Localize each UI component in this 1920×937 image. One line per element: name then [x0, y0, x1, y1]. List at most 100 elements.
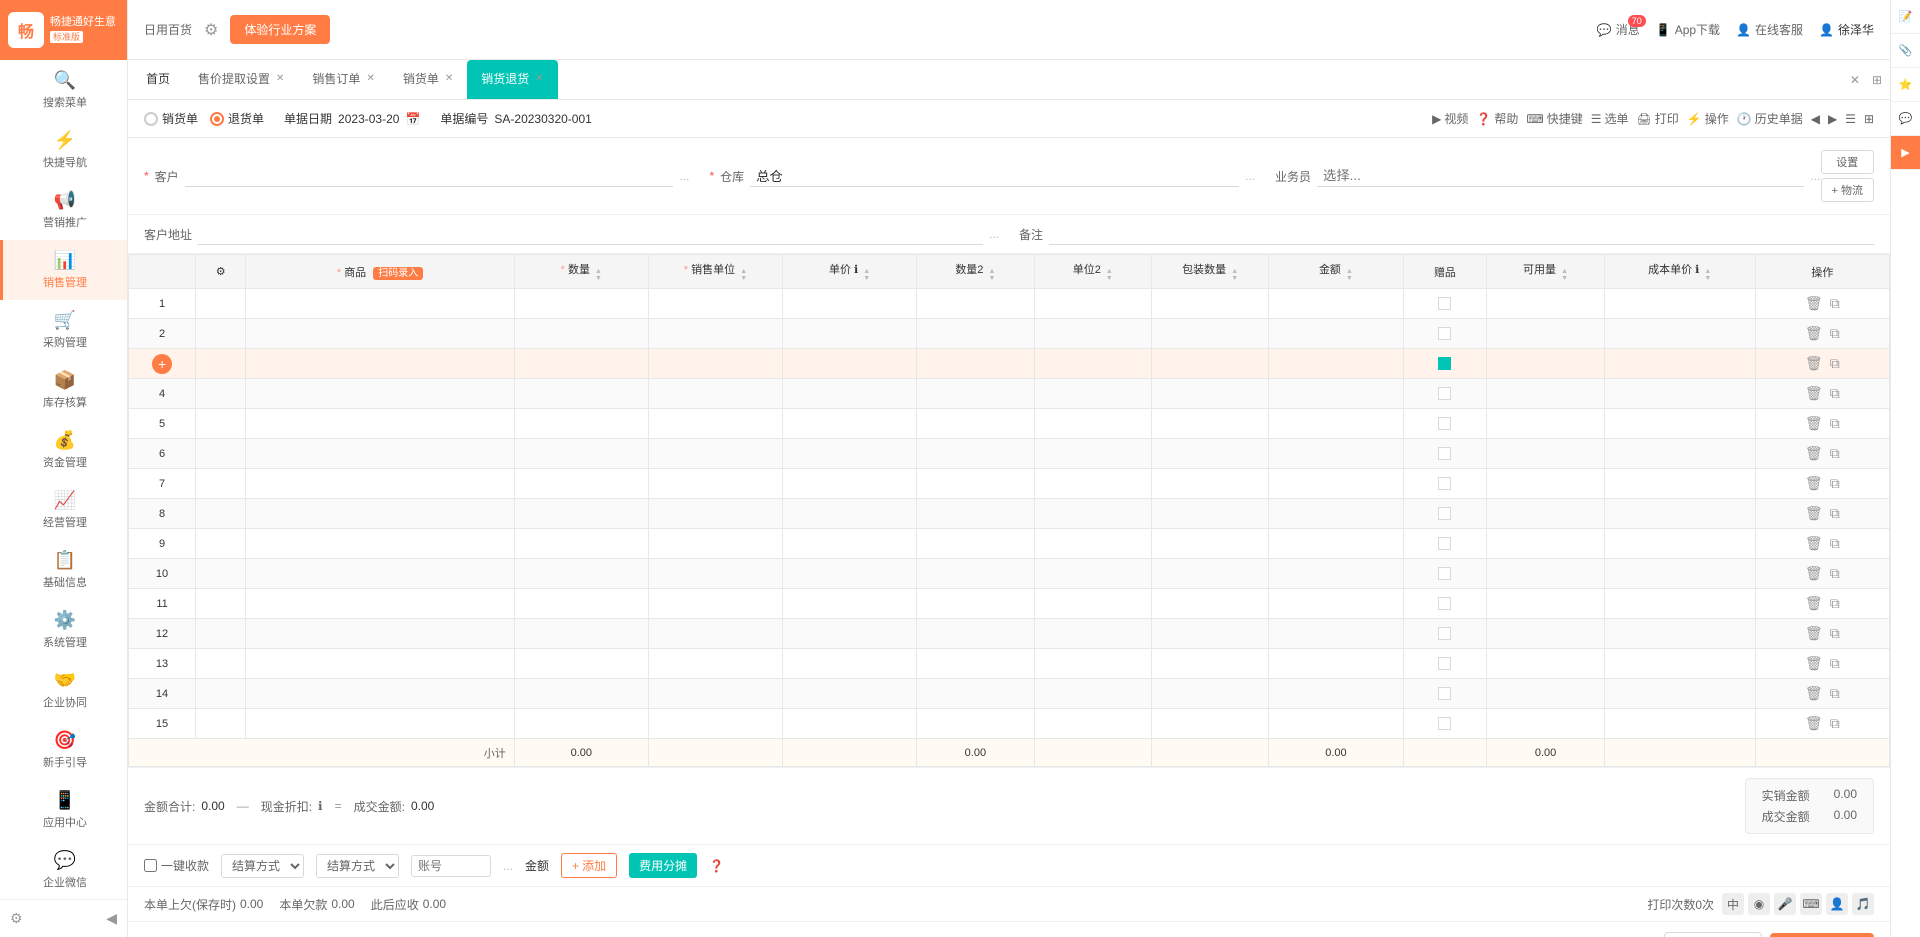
next-record-btn[interactable]: ▶ — [1828, 112, 1837, 126]
row-1-amount[interactable] — [1269, 289, 1403, 319]
row-10-delete[interactable]: 🗑 — [1803, 563, 1825, 584]
toolbar-icon-1[interactable]: 中 — [1722, 893, 1744, 915]
row-3-amount[interactable] — [1269, 349, 1403, 379]
row-3-product[interactable] — [246, 349, 514, 379]
tab-sales-return[interactable]: 销货退货 ✕ — [467, 60, 557, 99]
save-new-button[interactable]: 保存&新增 ▲ — [1770, 933, 1874, 937]
tab-close-sales-return[interactable]: ✕ — [535, 73, 543, 84]
row-14-delete[interactable]: 🗑 — [1803, 683, 1825, 704]
row-3-unit[interactable] — [648, 349, 782, 379]
row-3-pkg[interactable] — [1151, 349, 1268, 379]
row-10-copy[interactable]: ⧉ — [1828, 563, 1842, 584]
th-gear[interactable]: ⚙ — [196, 255, 246, 289]
user-profile[interactable]: 👤 徐泽华 — [1819, 21, 1874, 38]
customer-more-btn[interactable]: ... — [679, 169, 689, 183]
row-2-amount[interactable] — [1269, 319, 1403, 349]
row-2-avail[interactable] — [1487, 319, 1604, 349]
sidebar-item-search[interactable]: 🔍 搜索菜单 — [0, 60, 127, 120]
toolbar-icon-2[interactable]: ◉ — [1748, 893, 1770, 915]
row-1-copy[interactable]: ⧉ — [1828, 293, 1842, 314]
row-3-avail[interactable] — [1487, 349, 1604, 379]
account-dots[interactable]: ... — [503, 859, 513, 873]
radio-return[interactable]: 退货单 — [210, 110, 264, 127]
nav-gear-button[interactable]: ⚙ — [204, 20, 218, 40]
tab-close-sales-delivery[interactable]: ✕ — [445, 73, 453, 84]
experience-button[interactable]: 体验行业方案 — [230, 15, 330, 44]
row-2-qty[interactable] — [514, 319, 648, 349]
account-number-input[interactable] — [411, 855, 491, 877]
notes-input[interactable] — [1049, 223, 1874, 245]
row-7-delete[interactable]: 🗑 — [1803, 473, 1825, 494]
row-13-delete[interactable]: 🗑 — [1803, 653, 1825, 674]
row-12-delete[interactable]: 🗑 — [1803, 623, 1825, 644]
float-btn-message[interactable]: 💬 — [1891, 102, 1920, 136]
tab-close-price-setup[interactable]: ✕ — [276, 73, 284, 84]
row-3-qty2[interactable] — [917, 349, 1034, 379]
list-view-btn[interactable]: ☰ — [1845, 112, 1856, 126]
row-1-avail[interactable] — [1487, 289, 1604, 319]
add-payment-button[interactable]: + 添加 — [561, 853, 617, 878]
float-btn-star[interactable]: ⭐ — [1891, 68, 1920, 102]
row-3-copy[interactable]: ⧉ — [1828, 353, 1842, 374]
sidebar-item-marketing[interactable]: 📢 营销推广 — [0, 180, 127, 240]
row-9-delete[interactable]: 🗑 — [1803, 533, 1825, 554]
salesperson-more-btn[interactable]: ... — [1810, 169, 1820, 183]
row-5-delete[interactable]: 🗑 — [1803, 413, 1825, 434]
sidebar-item-basic[interactable]: 📋 基础信息 — [0, 540, 127, 600]
row-3-cost[interactable] — [1604, 349, 1755, 379]
cost-sort[interactable]: ▲▼ — [1704, 268, 1711, 282]
row-3-unit2[interactable] — [1034, 349, 1151, 379]
fee-split-button[interactable]: 费用分摊 — [629, 853, 697, 878]
row-11-copy[interactable]: ⧉ — [1828, 593, 1842, 614]
row-12-copy[interactable]: ⧉ — [1828, 623, 1842, 644]
sidebar-item-shortcut[interactable]: ⚡ 快捷导航 — [0, 120, 127, 180]
row-1-unit2[interactable] — [1034, 289, 1151, 319]
row-3-qty[interactable] — [514, 349, 648, 379]
tab-sales-order[interactable]: 销售订单 ✕ — [298, 60, 388, 99]
row-2-unit[interactable] — [648, 319, 782, 349]
row-1-qty[interactable] — [514, 289, 648, 319]
row-1-delete[interactable]: 🗑 — [1803, 293, 1825, 314]
row-3-delete[interactable]: 🗑 — [1803, 353, 1825, 374]
row-11-delete[interactable]: 🗑 — [1803, 593, 1825, 614]
sidebar-item-system[interactable]: ⚙️ 系统管理 — [0, 600, 127, 660]
history-btn[interactable]: 🕐 历史单据 — [1737, 110, 1803, 127]
prev-record-btn[interactable]: ◀ — [1811, 112, 1820, 126]
qty-sort[interactable]: ▲▼ — [595, 268, 602, 282]
add-row-button[interactable]: + — [152, 354, 172, 374]
warehouse-input[interactable] — [750, 165, 1239, 187]
row-2-product[interactable] — [246, 319, 514, 349]
calendar-icon[interactable]: 📅 — [405, 112, 420, 126]
row-2-price[interactable] — [783, 319, 917, 349]
row-3-price[interactable] — [783, 349, 917, 379]
row-5-copy[interactable]: ⧉ — [1828, 413, 1842, 434]
calc-method-select[interactable]: 结算方式 — [316, 854, 399, 878]
row-15-delete[interactable]: 🗑 — [1803, 713, 1825, 734]
row-1-product[interactable] — [246, 289, 514, 319]
row-1-gift[interactable] — [1403, 289, 1487, 319]
toolbar-icon-5[interactable]: 👤 — [1826, 893, 1848, 915]
toolbar-icon-6[interactable]: 🎵 — [1852, 893, 1874, 915]
row-2-copy[interactable]: ⧉ — [1828, 323, 1842, 344]
tab-menu[interactable]: ⊞ — [1868, 69, 1886, 91]
sidebar-item-operations[interactable]: 📈 经营管理 — [0, 480, 127, 540]
price-sort[interactable]: ▲▼ — [863, 268, 870, 282]
row-9-copy[interactable]: ⧉ — [1828, 533, 1842, 554]
sidebar-item-enterprise[interactable]: 🤝 企业协同 — [0, 660, 127, 720]
row-4-delete[interactable]: 🗑 — [1803, 383, 1825, 404]
toolbar-icon-4[interactable]: ⌨ — [1800, 893, 1822, 915]
sidebar-item-purchase[interactable]: 🛒 采购管理 — [0, 300, 127, 360]
row-1-price[interactable] — [783, 289, 917, 319]
float-btn-expand[interactable]: ▶ — [1891, 136, 1920, 170]
avail-sort[interactable]: ▲▼ — [1561, 268, 1568, 282]
select-btn[interactable]: ☰ 选单 — [1591, 110, 1629, 127]
row-4-copy[interactable]: ⧉ — [1828, 383, 1842, 404]
help-btn[interactable]: ❓ 帮助 — [1476, 110, 1518, 127]
row-2-unit2[interactable] — [1034, 319, 1151, 349]
app-download-button[interactable]: 📱 App下载 — [1656, 21, 1720, 38]
row-1-cost[interactable] — [1604, 289, 1755, 319]
operate-btn[interactable]: ⚡ 操作 — [1687, 110, 1729, 127]
qty2-sort[interactable]: ▲▼ — [989, 268, 996, 282]
logistics-btn[interactable]: + 物流 — [1821, 178, 1874, 202]
th-scan-btn[interactable]: 扫码录入 — [373, 267, 423, 280]
